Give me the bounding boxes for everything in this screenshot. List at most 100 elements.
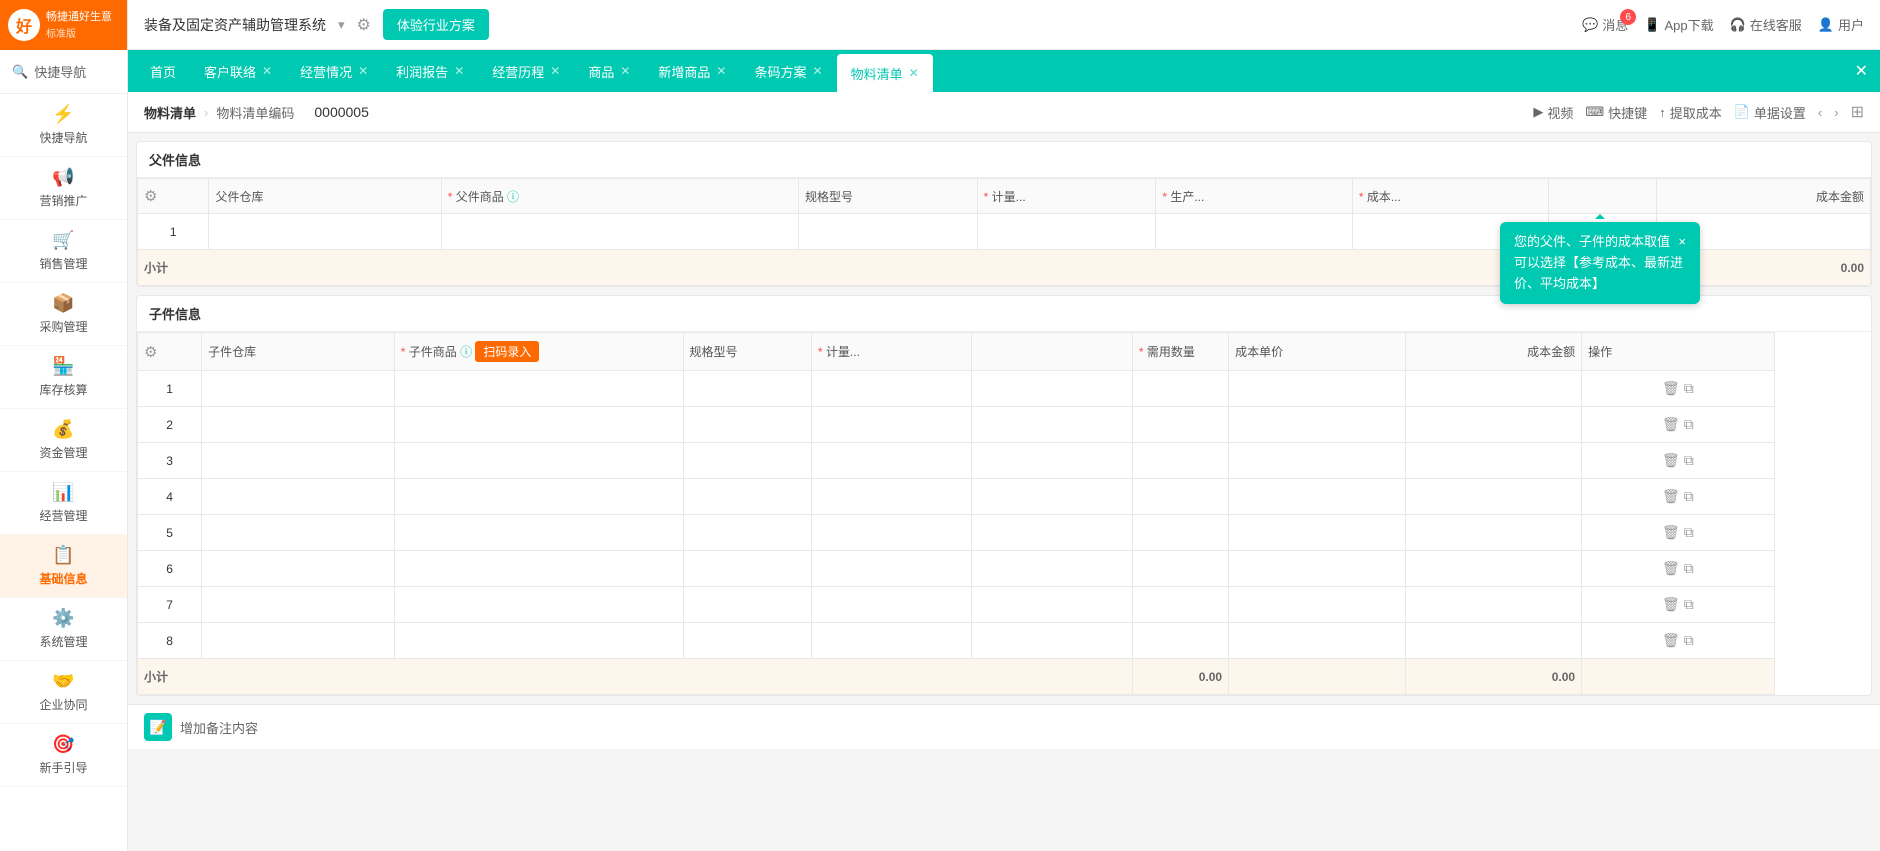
tab-new-goods-close[interactable]: ✕: [716, 64, 726, 78]
tab-profit-close[interactable]: ✕: [454, 64, 464, 78]
delete-icon-1[interactable]: 🗑: [1662, 380, 1680, 397]
child-cell-warehouse-7[interactable]: [202, 587, 395, 623]
tab-bom[interactable]: 物料清单 ✕: [837, 54, 933, 92]
copy-icon-4[interactable]: ⧉: [1684, 488, 1694, 505]
child-cell-product-6[interactable]: [394, 551, 683, 587]
delete-icon-8[interactable]: 🗑: [1662, 632, 1680, 649]
parent-col-settings[interactable]: ⚙: [138, 179, 209, 214]
copy-icon-3[interactable]: ⧉: [1684, 452, 1694, 469]
trial-button[interactable]: 体验行业方案: [383, 9, 489, 40]
child-cell-unitcost-4[interactable]: [1229, 479, 1406, 515]
app-download-button[interactable]: 📱 App下载: [1644, 15, 1713, 34]
grid-view-btn[interactable]: ⊞: [1851, 102, 1864, 122]
child-cell-unit-2[interactable]: [811, 407, 971, 443]
child-col-settings[interactable]: ⚙: [138, 333, 202, 371]
dropdown-arrow-icon[interactable]: ▾: [338, 17, 345, 33]
tab-barcode[interactable]: 条码方案 ✕: [740, 50, 836, 92]
child-cell-warehouse-5[interactable]: [202, 515, 395, 551]
child-cell-unitcost-8[interactable]: [1229, 623, 1406, 659]
sidebar-item-basic-info[interactable]: 📋 基础信息: [0, 535, 127, 598]
delete-icon-2[interactable]: 🗑: [1662, 416, 1680, 433]
child-cell-spec-3[interactable]: [683, 443, 811, 479]
child-cell-warehouse-1[interactable]: [202, 371, 395, 407]
delete-icon-3[interactable]: 🗑: [1662, 452, 1680, 469]
child-cell-spec-7[interactable]: [683, 587, 811, 623]
tab-history[interactable]: 经营历程 ✕: [478, 50, 574, 92]
search-menu-button[interactable]: 🔍 快捷导航: [8, 58, 119, 85]
sidebar-item-guide[interactable]: 🎯 新手引导: [0, 724, 127, 787]
child-cell-qty-2[interactable]: [1132, 407, 1228, 443]
delete-icon-6[interactable]: 🗑: [1662, 560, 1680, 577]
sidebar-item-quick-nav[interactable]: ⚡ 快捷导航: [0, 94, 127, 157]
child-cell-warehouse-2[interactable]: [202, 407, 395, 443]
shortcuts-tool-btn[interactable]: ⌨ 快捷键: [1585, 103, 1647, 122]
parent-cell-warehouse-1[interactable]: [209, 214, 441, 250]
child-cell-qty-6[interactable]: [1132, 551, 1228, 587]
child-cell-product-5[interactable]: [394, 515, 683, 551]
child-cell-product-4[interactable]: [394, 479, 683, 515]
child-cell-spec-5[interactable]: [683, 515, 811, 551]
sidebar-item-inventory[interactable]: 🏪 库存核算: [0, 346, 127, 409]
nav-prev-btn[interactable]: ‹: [1818, 105, 1822, 120]
online-service-button[interactable]: 🎧 在线客服: [1730, 15, 1802, 34]
child-cell-unitcost-5[interactable]: [1229, 515, 1406, 551]
tooltip-close-btn[interactable]: ×: [1678, 232, 1686, 253]
parent-cell-production-1[interactable]: [1156, 214, 1353, 250]
child-cell-product-7[interactable]: [394, 587, 683, 623]
child-cell-unitcost-7[interactable]: [1229, 587, 1406, 623]
child-cell-spec-8[interactable]: [683, 623, 811, 659]
child-cell-spec-2[interactable]: [683, 407, 811, 443]
tab-home[interactable]: 首页: [136, 50, 190, 92]
child-cell-product-8[interactable]: [394, 623, 683, 659]
parent-cell-unit-1[interactable]: [977, 214, 1156, 250]
tab-profit[interactable]: 利润报告 ✕: [382, 50, 478, 92]
child-cell-unitcost-6[interactable]: [1229, 551, 1406, 587]
tab-operations[interactable]: 经营情况 ✕: [286, 50, 382, 92]
child-cell-spec-4[interactable]: [683, 479, 811, 515]
video-tool-btn[interactable]: ▶ 视频: [1533, 103, 1573, 122]
child-cell-unit-7[interactable]: [811, 587, 971, 623]
child-cell-unitcost-3[interactable]: [1229, 443, 1406, 479]
tab-operations-close[interactable]: ✕: [358, 64, 368, 78]
child-cell-qty-8[interactable]: [1132, 623, 1228, 659]
sidebar-item-system[interactable]: ⚙️ 系统管理: [0, 598, 127, 661]
child-cell-qty-1[interactable]: [1132, 371, 1228, 407]
tab-barcode-close[interactable]: ✕: [813, 64, 823, 78]
extract-cost-btn[interactable]: ↑ 提取成本: [1659, 103, 1722, 122]
child-cell-unit-8[interactable]: [811, 623, 971, 659]
sidebar-item-purchase[interactable]: 📦 采购管理: [0, 283, 127, 346]
tab-goods[interactable]: 商品 ✕: [574, 50, 644, 92]
child-cell-spec-6[interactable]: [683, 551, 811, 587]
child-cell-product-2[interactable]: [394, 407, 683, 443]
child-cell-warehouse-4[interactable]: [202, 479, 395, 515]
tab-customer[interactable]: 客户联络 ✕: [190, 50, 286, 92]
copy-icon-8[interactable]: ⧉: [1684, 632, 1694, 649]
child-cell-product-1[interactable]: [394, 371, 683, 407]
copy-icon-5[interactable]: ⧉: [1684, 524, 1694, 541]
scan-input-button[interactable]: 扫码录入: [475, 341, 539, 362]
copy-icon-6[interactable]: ⧉: [1684, 560, 1694, 577]
sidebar-item-operation[interactable]: 📊 经营管理: [0, 472, 127, 535]
child-cell-qty-5[interactable]: [1132, 515, 1228, 551]
nav-next-btn[interactable]: ›: [1834, 105, 1838, 120]
tab-bom-close[interactable]: ✕: [909, 66, 919, 80]
child-cell-warehouse-3[interactable]: [202, 443, 395, 479]
child-cell-unit-3[interactable]: [811, 443, 971, 479]
child-cell-warehouse-6[interactable]: [202, 551, 395, 587]
child-cell-qty-7[interactable]: [1132, 587, 1228, 623]
sidebar-item-marketing[interactable]: 📢 营销推广: [0, 157, 127, 220]
child-cell-unit-4[interactable]: [811, 479, 971, 515]
child-cell-warehouse-8[interactable]: [202, 623, 395, 659]
tab-customer-close[interactable]: ✕: [262, 64, 272, 78]
child-cell-unitcost-1[interactable]: [1229, 371, 1406, 407]
delete-icon-5[interactable]: 🗑: [1662, 524, 1680, 541]
child-cell-qty-4[interactable]: [1132, 479, 1228, 515]
message-button-wrap[interactable]: 💬 消息 6: [1582, 15, 1628, 34]
tab-new-goods[interactable]: 新增商品 ✕: [644, 50, 740, 92]
child-cell-unitcost-2[interactable]: [1229, 407, 1406, 443]
child-cell-qty-3[interactable]: [1132, 443, 1228, 479]
copy-icon-7[interactable]: ⧉: [1684, 596, 1694, 613]
tab-history-close[interactable]: ✕: [550, 64, 560, 78]
copy-icon-2[interactable]: ⧉: [1684, 416, 1694, 433]
parent-cell-spec-1[interactable]: [799, 214, 978, 250]
